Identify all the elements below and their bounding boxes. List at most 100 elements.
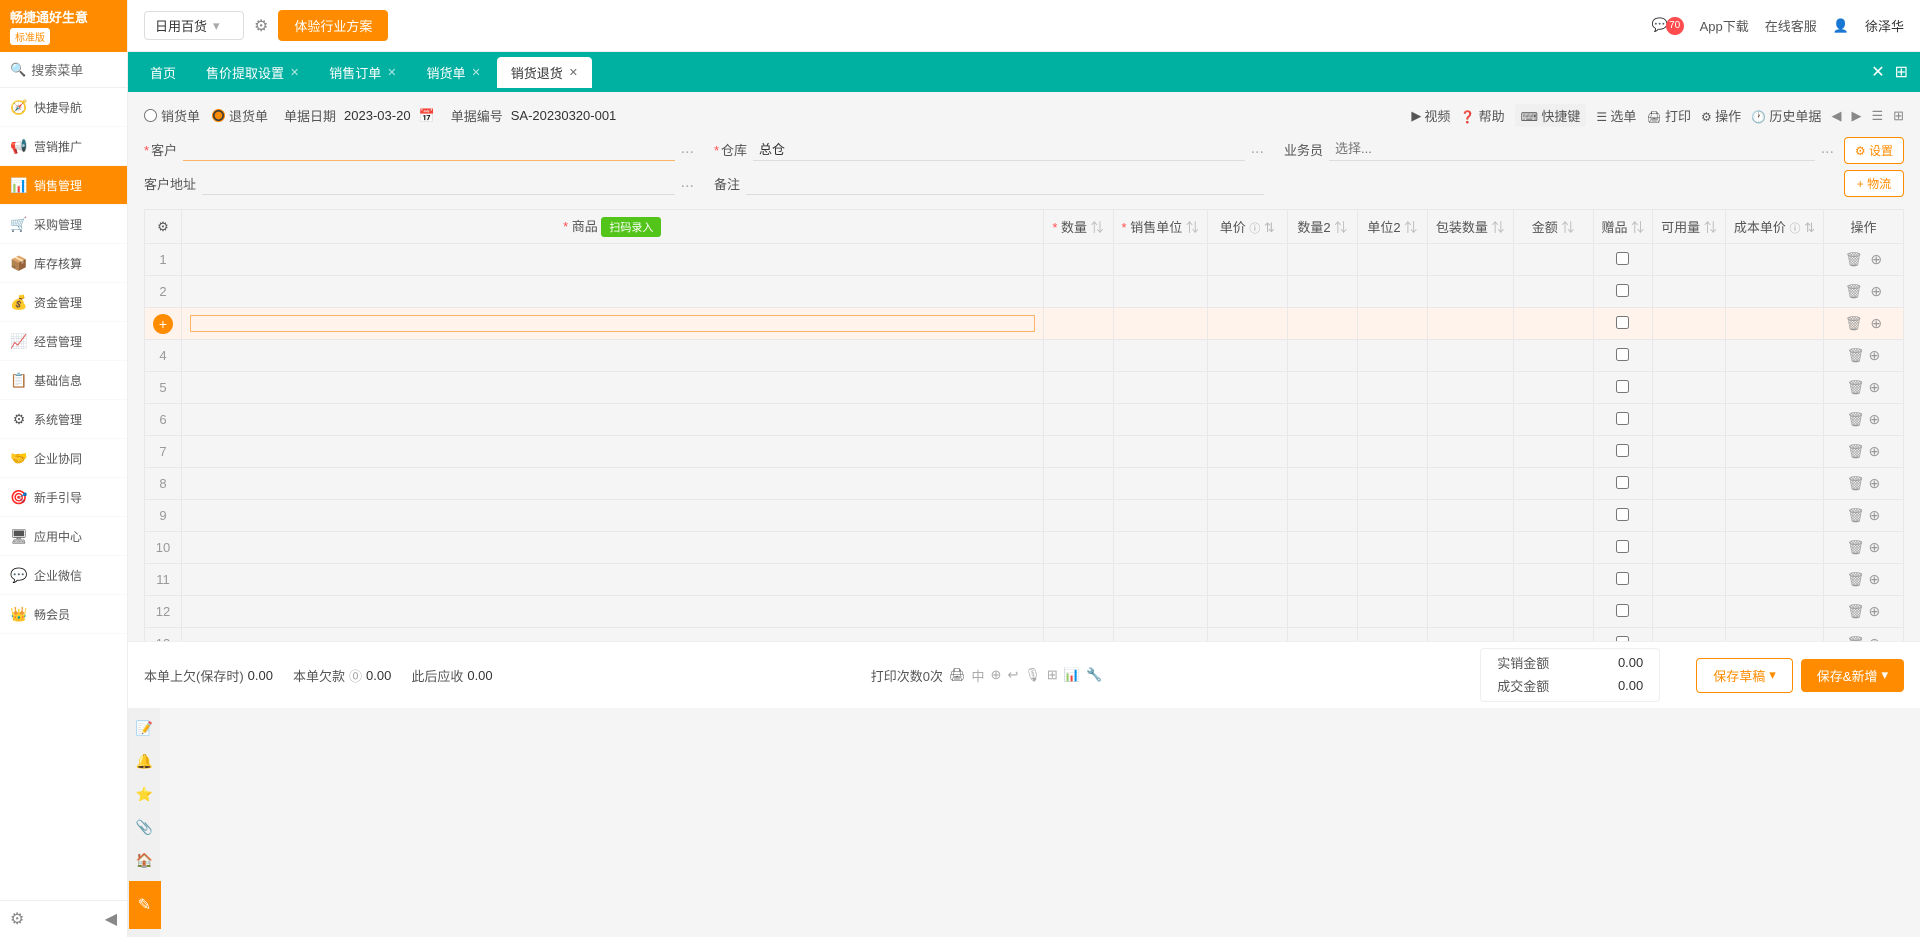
gift-checkbox-1[interactable] bbox=[1616, 252, 1629, 265]
sidebar-item-0[interactable]: 🧭 快捷导航 bbox=[0, 88, 127, 127]
gift-cell-2[interactable] bbox=[1593, 276, 1653, 308]
copy-row-13[interactable]: ⊕ bbox=[1867, 633, 1883, 641]
pkg-qty-cell-3[interactable] bbox=[1427, 308, 1513, 340]
experience-btn[interactable]: 体验行业方案 bbox=[278, 10, 388, 41]
tab-price-setting[interactable]: 售价提取设置 ✕ bbox=[192, 57, 313, 88]
customer-input[interactable] bbox=[183, 137, 675, 161]
sort-qty2-icon[interactable]: ⇅ bbox=[1334, 220, 1347, 235]
sort-qty-icon[interactable]: ⇅ bbox=[1091, 220, 1104, 235]
tab-close-1[interactable]: ✕ bbox=[290, 66, 299, 79]
customer-select-dots[interactable]: ... bbox=[681, 140, 694, 158]
sidebar-item-10[interactable]: 🎯 新手引导 bbox=[0, 478, 127, 517]
unit-cell-3[interactable] bbox=[1113, 308, 1207, 340]
return-type-radio[interactable]: 退货单 bbox=[212, 106, 268, 125]
save-draft-btn[interactable]: 保存草稿 ▾ bbox=[1696, 658, 1793, 693]
sale-type-radio[interactable]: 销货单 bbox=[144, 106, 200, 125]
copy-row-11[interactable]: ⊕ bbox=[1867, 569, 1883, 590]
add-row-button[interactable]: + bbox=[153, 314, 173, 334]
price-cell-3[interactable] bbox=[1207, 308, 1287, 340]
settings-bottom-icon[interactable]: ⚙ bbox=[10, 909, 24, 929]
delete-row-9[interactable]: 🗑 bbox=[1845, 505, 1867, 526]
sidebar-item-6[interactable]: 📈 经营管理 bbox=[0, 322, 127, 361]
product-cell-1[interactable] bbox=[182, 244, 1044, 276]
qty2-cell-1[interactable] bbox=[1287, 244, 1357, 276]
view-list-icon[interactable]: ☰ bbox=[1871, 108, 1883, 124]
sidebar-item-13[interactable]: 👑 畅会员 bbox=[0, 595, 127, 634]
cost-price-cell-2[interactable] bbox=[1725, 276, 1823, 308]
save-new-btn[interactable]: 保存&新增 ▾ bbox=[1801, 659, 1904, 692]
calendar-icon[interactable]: 📅 bbox=[419, 108, 435, 124]
sort-amount-icon[interactable]: ⇅ bbox=[1561, 220, 1574, 235]
copy-row-8[interactable]: ⊕ bbox=[1867, 473, 1883, 494]
copy-row-9[interactable]: ⊕ bbox=[1867, 505, 1883, 526]
return-radio-input[interactable] bbox=[212, 109, 225, 122]
amount-cell-2[interactable] bbox=[1513, 276, 1593, 308]
gift-cell-3[interactable] bbox=[1593, 308, 1653, 340]
right-panel-edit-icon[interactable]: 📝 bbox=[132, 716, 157, 741]
tab-close-3[interactable]: ✕ bbox=[472, 66, 481, 79]
sidebar-item-4[interactable]: 📦 库存核算 bbox=[0, 244, 127, 283]
sort-pkg-icon[interactable]: ⇅ bbox=[1492, 220, 1505, 235]
sidebar-item-2[interactable]: 📊 销售管理 bbox=[0, 166, 127, 205]
tab-close-2[interactable]: ✕ bbox=[387, 66, 396, 79]
copy-row-4[interactable]: ⊕ bbox=[1867, 345, 1883, 366]
operation-btn[interactable]: ⚙ 操作 bbox=[1701, 106, 1741, 125]
print-btn[interactable]: 🖨 打印 bbox=[1646, 106, 1691, 125]
qty-cell-3[interactable] bbox=[1043, 308, 1113, 340]
sidebar-item-12[interactable]: 💬 企业微信 bbox=[0, 556, 127, 595]
tab-close-4[interactable]: ✕ bbox=[569, 66, 578, 79]
delete-row-1[interactable]: 🗑 bbox=[1843, 249, 1865, 270]
copy-row-5[interactable]: ⊕ bbox=[1867, 377, 1883, 398]
sort-price-icon[interactable]: ⇅ bbox=[1264, 220, 1275, 235]
right-panel-action-btn[interactable]: ✎ bbox=[129, 881, 161, 929]
remark-input[interactable] bbox=[746, 171, 1264, 195]
copy-row-10[interactable]: ⊕ bbox=[1867, 537, 1883, 558]
prev-record-icon[interactable]: ◀ bbox=[1831, 108, 1841, 124]
amount-cell-3[interactable] bbox=[1513, 308, 1593, 340]
product-cell-3[interactable] bbox=[182, 308, 1044, 340]
app-download-link[interactable]: App下载 bbox=[1700, 16, 1749, 35]
address-select-dots[interactable]: ... bbox=[681, 174, 694, 192]
expand-tabs-icon[interactable]: ⊞ bbox=[1891, 58, 1912, 86]
add-row-btn-cell[interactable]: + bbox=[145, 308, 182, 340]
product-input-3[interactable] bbox=[190, 315, 1035, 332]
right-panel-clip-icon[interactable]: 📎 bbox=[132, 815, 157, 840]
copy-row-7[interactable]: ⊕ bbox=[1867, 441, 1883, 462]
price-cell-1[interactable] bbox=[1207, 244, 1287, 276]
copy-row-3[interactable]: ⊕ bbox=[1868, 313, 1884, 334]
available-cell-2[interactable] bbox=[1653, 276, 1726, 308]
staff-input[interactable] bbox=[1329, 137, 1815, 161]
qty-cell-2[interactable] bbox=[1043, 276, 1113, 308]
tab-sales-order[interactable]: 销售订单 ✕ bbox=[315, 57, 410, 88]
pkg-qty-cell-1[interactable] bbox=[1427, 244, 1513, 276]
collapse-icon[interactable]: ◀ bbox=[105, 909, 117, 929]
address-input[interactable] bbox=[202, 171, 675, 195]
unit2-cell-1[interactable] bbox=[1357, 244, 1427, 276]
settings-btn[interactable]: ⚙ 设置 bbox=[1844, 137, 1904, 164]
select-btn[interactable]: ☰ 选单 bbox=[1596, 106, 1636, 125]
help-action-btn[interactable]: ❓ 帮助 bbox=[1460, 106, 1504, 125]
qty-cell-1[interactable] bbox=[1043, 244, 1113, 276]
sidebar-item-1[interactable]: 📢 营销推广 bbox=[0, 127, 127, 166]
sort-cost-icon[interactable]: ⇅ bbox=[1804, 220, 1815, 235]
tab-home[interactable]: 首页 bbox=[136, 57, 190, 88]
tab-sales[interactable]: 销货单 ✕ bbox=[412, 57, 494, 88]
gift-checkbox-2[interactable] bbox=[1616, 284, 1629, 297]
sale-radio-input[interactable] bbox=[144, 109, 157, 122]
tab-sales-return[interactable]: 销货退货 ✕ bbox=[497, 57, 592, 88]
cost-price-cell-1[interactable] bbox=[1725, 244, 1823, 276]
delete-row-2[interactable]: 🗑 bbox=[1843, 281, 1865, 302]
view-grid-icon[interactable]: ⊞ bbox=[1893, 108, 1904, 124]
sidebar-item-8[interactable]: ⚙ 系统管理 bbox=[0, 400, 127, 439]
sort-available-icon[interactable]: ⇅ bbox=[1704, 220, 1717, 235]
delete-row-4[interactable]: 🗑 bbox=[1845, 345, 1867, 366]
th-gear[interactable]: ⚙ bbox=[145, 210, 182, 244]
sort-unit2-icon[interactable]: ⇅ bbox=[1404, 220, 1417, 235]
sidebar-item-3[interactable]: 🛒 采购管理 bbox=[0, 205, 127, 244]
scan-input-btn[interactable]: 扫码录入 bbox=[601, 217, 661, 237]
sidebar-item-7[interactable]: 📋 基础信息 bbox=[0, 361, 127, 400]
gift-checkbox-3[interactable] bbox=[1616, 316, 1629, 329]
message-icon[interactable]: 💬 70 bbox=[1652, 17, 1684, 35]
video-btn[interactable]: ▶ 视频 bbox=[1411, 106, 1450, 125]
staff-select-dots[interactable]: ... bbox=[1821, 140, 1834, 158]
